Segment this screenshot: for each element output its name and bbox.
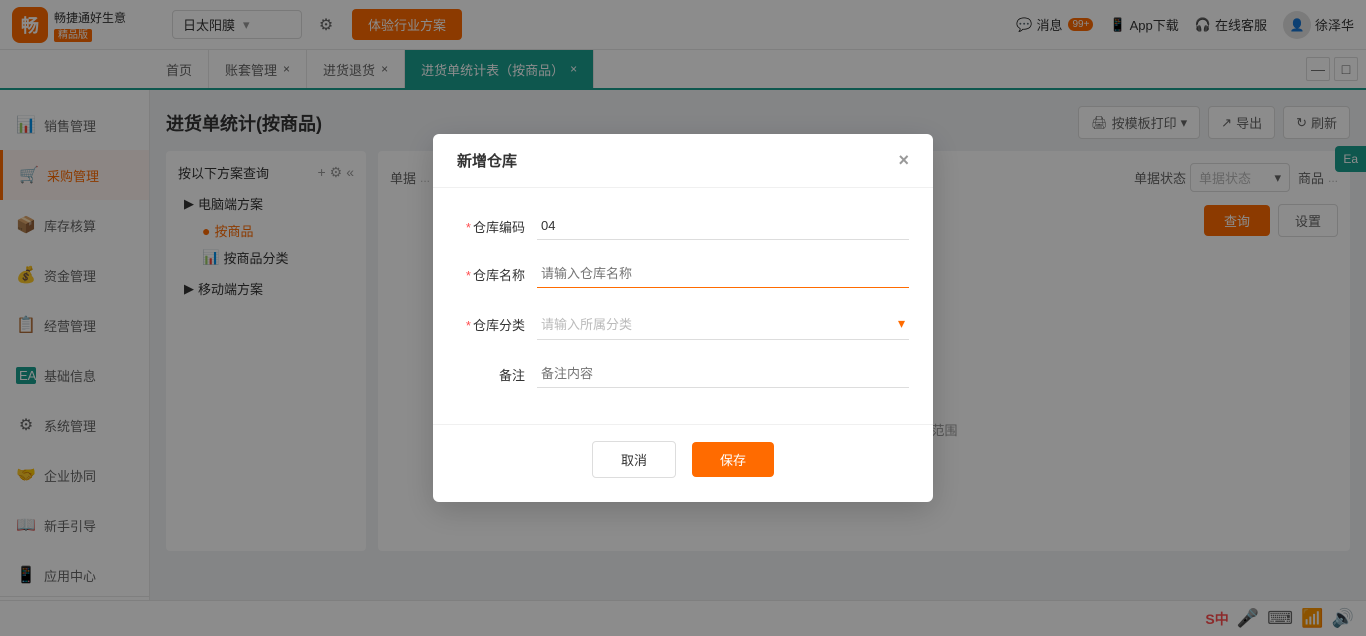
modal-footer: 取消 保存 [433,425,933,502]
modal-header: 新增仓库 × [433,134,933,188]
form-row-name: 仓库名称 [457,260,909,288]
warehouse-name-input[interactable] [537,260,909,288]
form-row-code: 仓库编码 [457,212,909,240]
modal-overlay: 新增仓库 × 仓库编码 仓库名称 仓库分类 请输入所属分类 ▾ [0,0,1366,636]
new-warehouse-modal: 新增仓库 × 仓库编码 仓库名称 仓库分类 请输入所属分类 ▾ [433,134,933,502]
form-row-category: 仓库分类 请输入所属分类 ▾ [457,308,909,340]
cancel-button[interactable]: 取消 [592,441,676,478]
field-label-name: 仓库名称 [457,265,537,284]
field-label-remark: 备注 [457,365,537,384]
field-label-category: 仓库分类 [457,315,537,334]
form-row-remark: 备注 [457,360,909,388]
warehouse-category-select[interactable]: 请输入所属分类 ▾ [537,308,909,340]
modal-close-icon[interactable]: × [898,150,909,171]
category-select-arrow-icon: ▾ [898,315,905,332]
warehouse-code-input[interactable] [537,212,909,240]
modal-title: 新增仓库 [457,150,517,171]
field-label-code: 仓库编码 [457,217,537,236]
warehouse-remark-input[interactable] [537,360,909,388]
save-button[interactable]: 保存 [692,442,774,477]
modal-body: 仓库编码 仓库名称 仓库分类 请输入所属分类 ▾ 备注 [433,188,933,424]
